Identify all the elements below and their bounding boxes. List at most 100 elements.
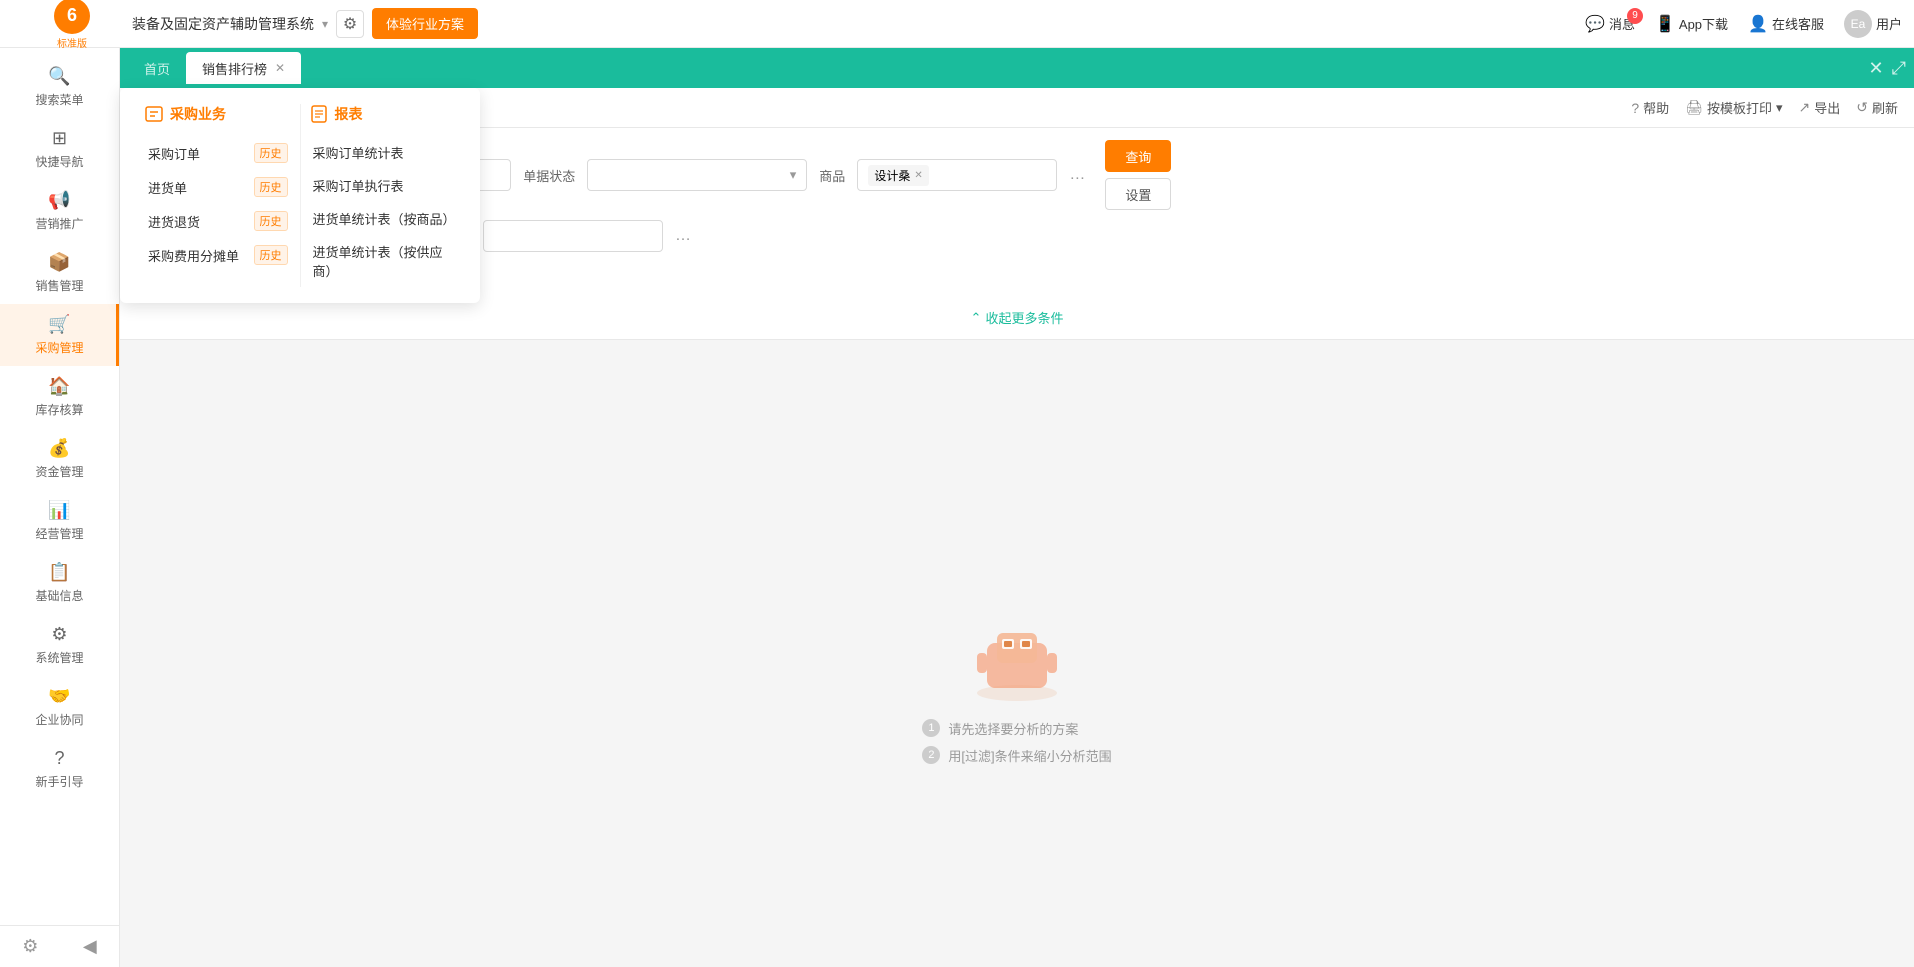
sidebar-item-sales[interactable]: 📦 销售管理: [0, 242, 119, 304]
notification-icon: 💬: [1585, 14, 1605, 34]
tab-sales-rank[interactable]: 销售排行榜 ✕: [186, 52, 301, 84]
empty-tip-2: 2 用[过滤]条件来缩小分析范围: [922, 746, 1111, 765]
tab-close-icon[interactable]: ✕: [275, 61, 285, 75]
menu-item-receipt-stat-prod-label: 进货单统计表（按商品）: [313, 209, 453, 228]
logo-icon: 6: [54, 0, 90, 34]
sidebar-settings-btn[interactable]: ⚙: [22, 936, 38, 957]
menu-item-receipt[interactable]: 进货单 历史: [144, 170, 292, 204]
marketing-icon: 📢: [48, 190, 70, 211]
history-badge-return: 历史: [254, 211, 288, 231]
user-action[interactable]: Ea 用户: [1844, 10, 1902, 38]
purchase-dropdown-menu: 采购业务 采购订单 历史 进货单 历史 进货退货 历史 采购费用分摊单 历史: [120, 88, 480, 303]
sidebar-item-basic[interactable]: 📋 基础信息: [0, 552, 119, 614]
sidebar-collapse-btn[interactable]: ◀: [83, 936, 97, 957]
menu-section-reports: 报表 采购订单统计表 采购订单执行表 进货单统计表（按商品） 进货单统计表（按供…: [301, 104, 465, 287]
menu-item-expense-label: 采购费用分摊单: [148, 246, 239, 265]
empty-tips: 1 请先选择要分析的方案 2 用[过滤]条件来缩小分析范围: [922, 719, 1111, 765]
product-filter-more[interactable]: …: [1069, 166, 1085, 184]
purchase-icon: 🛒: [48, 314, 70, 335]
phone-icon: 📱: [1655, 14, 1675, 34]
sidebar-item-marketing[interactable]: 📢 营销推广: [0, 180, 119, 242]
operations-icon: 📊: [48, 500, 70, 521]
menu-item-po-stat[interactable]: 采购订单统计表: [309, 136, 457, 169]
sidebar-item-search[interactable]: 🔍 搜索菜单: [0, 56, 119, 118]
tab-close-all-btn[interactable]: ✕: [1869, 58, 1884, 79]
print-icon: 🖨: [1685, 99, 1703, 116]
tab-expand-btn[interactable]: ⤢: [1892, 58, 1906, 79]
sidebar-item-purchase[interactable]: 🛒 采购管理: [0, 304, 119, 366]
notification-action[interactable]: 💬 消息 9: [1585, 14, 1635, 34]
menu-item-po[interactable]: 采购订单 历史: [144, 136, 292, 170]
menu-item-receipt-stat-prod[interactable]: 进货单统计表（按商品）: [309, 202, 457, 235]
tab-bar: 首页 销售排行榜 ✕ ✕ ⤢: [120, 48, 1914, 88]
tip-text-2: 用[过滤]条件来缩小分析范围: [948, 746, 1111, 765]
grid-icon: ⊞: [52, 128, 67, 149]
sidebar-label-enterprise: 企业协同: [35, 711, 83, 728]
menu-item-receipt-stat-sup-label: 进货单统计表（按供应商）: [313, 242, 453, 280]
help-action[interactable]: ? 帮助: [1631, 98, 1669, 117]
top-header: 6 标准版 装备及固定资产辅助管理系统 ▾ ⚙ 体验行业方案 💬 消息 9 📱 …: [0, 0, 1914, 48]
app-download-action[interactable]: 📱 App下载: [1655, 14, 1728, 34]
online-service-action[interactable]: 👤 在线客服: [1748, 14, 1824, 34]
avatar-text: Ea: [1851, 17, 1866, 31]
refresh-action[interactable]: ↺ 刷新: [1856, 98, 1898, 117]
sidebar-label-basic: 基础信息: [35, 587, 83, 604]
sidebar-item-inventory[interactable]: 🏠 库存核算: [0, 366, 119, 428]
sidebar-item-quick-nav[interactable]: ⊞ 快捷导航: [0, 118, 119, 180]
system-title: 装备及固定资产辅助管理系统: [132, 14, 314, 34]
app-download-label: App下载: [1679, 14, 1728, 33]
print-label: 按模板打印: [1707, 98, 1772, 117]
product-filter[interactable]: 设计桑 ✕: [857, 159, 1057, 191]
sidebar-item-guide[interactable]: ? 新手引导: [0, 738, 119, 800]
sidebar: 🔍 搜索菜单 ⊞ 快捷导航 📢 营销推广 📦 销售管理 🛒 采购管理 🏠 库存核…: [0, 48, 120, 967]
print-action[interactable]: 🖨 按模板打印 ▾: [1685, 98, 1782, 117]
tab-home[interactable]: 首页: [128, 52, 186, 84]
settings-icon-btn[interactable]: ⚙: [336, 10, 364, 38]
section-reports-label: 报表: [335, 104, 363, 124]
product-tag-close[interactable]: ✕: [914, 170, 922, 181]
sidebar-item-finance[interactable]: 💰 资金管理: [0, 428, 119, 490]
sidebar-item-enterprise[interactable]: 🤝 企业协同: [0, 676, 119, 738]
menu-item-return[interactable]: 进货退货 历史: [144, 204, 292, 238]
menu-item-receipt-stat-sup[interactable]: 进货单统计表（按供应商）: [309, 235, 457, 287]
section-reports-title: 报表: [309, 104, 457, 124]
menu-item-expense[interactable]: 采购费用分摊单 历史: [144, 238, 292, 272]
action-buttons: 查询 设置: [1105, 140, 1171, 210]
print-dropdown-icon[interactable]: ▾: [1776, 100, 1783, 116]
sidebar-label-marketing: 营销推广: [35, 215, 83, 232]
collapse-label: 收起更多条件: [985, 308, 1063, 327]
header-right: 💬 消息 9 📱 App下载 👤 在线客服 Ea 用户: [1585, 10, 1902, 38]
logo-text: 标准版: [57, 35, 87, 50]
collapse-btn[interactable]: ⌃ 收起更多条件: [136, 304, 1898, 327]
inventory-icon: 🏠: [48, 376, 70, 397]
settings-btn[interactable]: 设置: [1105, 178, 1171, 210]
menu-item-return-label: 进货退货: [148, 212, 200, 231]
industry-btn[interactable]: 体验行业方案: [372, 8, 478, 39]
system-dropdown-icon[interactable]: ▾: [322, 17, 328, 31]
salesman-filter-more[interactable]: …: [675, 227, 691, 245]
system-icon: ⚙: [51, 624, 67, 645]
tip-num-2: 2: [922, 746, 940, 764]
collapse-up-icon: ⌃: [971, 310, 982, 326]
sidebar-item-system[interactable]: ⚙ 系统管理: [0, 614, 119, 676]
doc-status-select[interactable]: ▾: [587, 159, 807, 191]
export-label: 导出: [1814, 98, 1840, 117]
sidebar-item-operations[interactable]: 📊 经营管理: [0, 490, 119, 552]
section-purchase-title: 采购业务: [144, 104, 292, 124]
sidebar-label-quick: 快捷导航: [35, 153, 83, 170]
history-badge-expense: 历史: [254, 245, 288, 265]
salesman-filter[interactable]: [483, 220, 663, 252]
search-icon: 🔍: [48, 66, 70, 87]
menu-item-po-stat-label: 采购订单统计表: [313, 143, 404, 162]
guide-icon: ?: [54, 748, 64, 769]
menu-item-po-label: 采购订单: [148, 144, 200, 163]
query-btn[interactable]: 查询: [1105, 140, 1171, 172]
user-avatar: Ea: [1844, 10, 1872, 38]
doc-status-arrow-icon: ▾: [790, 167, 797, 183]
export-action[interactable]: ↗ 导出: [1799, 98, 1841, 117]
sidebar-label-search: 搜索菜单: [35, 91, 83, 108]
sidebar-label-guide: 新手引导: [35, 773, 83, 790]
logo-area: 6 标准版: [12, 0, 132, 50]
menu-item-po-exec-label: 采购订单执行表: [313, 176, 404, 195]
menu-item-po-exec[interactable]: 采购订单执行表: [309, 169, 457, 202]
